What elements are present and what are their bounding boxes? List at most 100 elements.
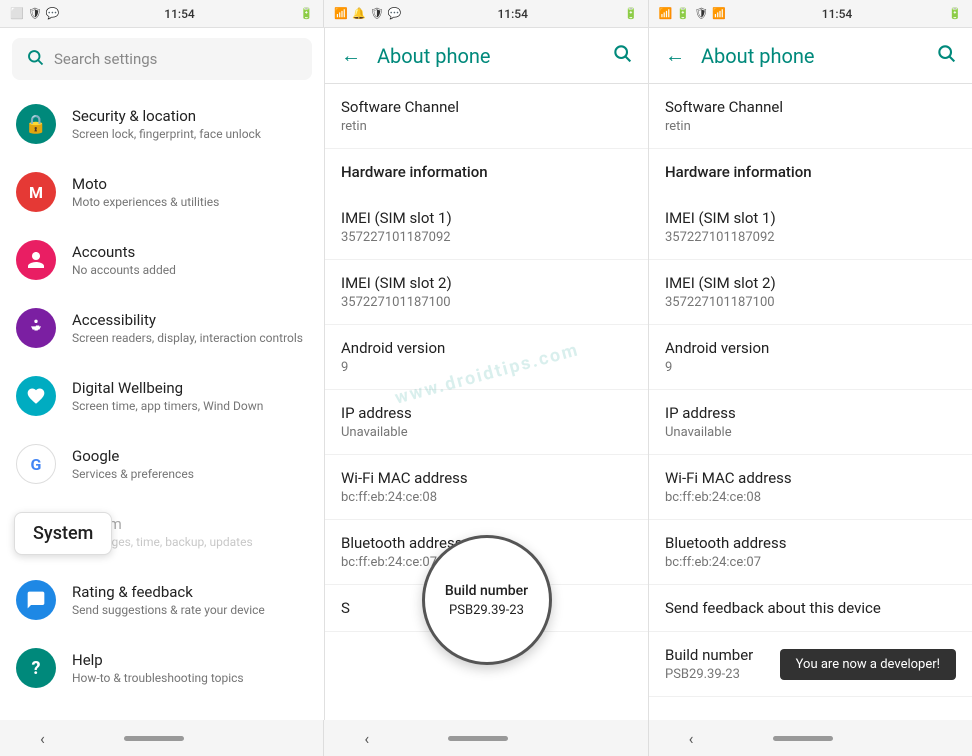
build-label-right: Build number [665, 646, 753, 664]
signal-icon-right: 📶 [659, 7, 673, 20]
imei1-value-right: 357227101187092 [665, 230, 956, 245]
moto-subtitle: Moto experiences & utilities [72, 195, 308, 209]
system-tooltip: System [14, 512, 112, 555]
info-wifi-right[interactable]: Wi-Fi MAC address bc:ff:eb:24:ce:08 [649, 455, 972, 520]
android-value-right: 9 [665, 360, 956, 375]
wifi-value-mid: bc:ff:eb:24:ce:08 [341, 490, 632, 505]
status-time-left: 11:54 [164, 7, 194, 21]
settings-item-accessibility[interactable]: Accessibility Screen readers, display, i… [0, 294, 324, 362]
back-arrow-right[interactable]: ← [665, 43, 685, 68]
help-title: Help [72, 651, 308, 669]
software-channel-value-right: retin [665, 119, 956, 134]
imei2-label-right: IMEI (SIM slot 2) [665, 274, 956, 292]
info-feedback-right[interactable]: Send feedback about this device [649, 585, 972, 632]
info-imei2-mid[interactable]: IMEI (SIM slot 2) 357227101187100 [325, 260, 648, 325]
status-time-mid: 11:54 [497, 7, 527, 21]
status-icons-right: 📶 🔋 🛡 📶 [659, 7, 726, 20]
settings-item-system[interactable]: System System Languages, time, backup, u… [0, 498, 324, 566]
info-ip-mid[interactable]: IP address Unavailable [325, 390, 648, 455]
back-btn-mid[interactable]: ‹ [364, 729, 369, 748]
settings-item-help[interactable]: ? Help How-to & troubleshooting topics [0, 634, 324, 702]
info-software-channel-mid[interactable]: Software Channel retin [325, 84, 648, 149]
settings-item-digitalwellbeing[interactable]: Digital Wellbeing Screen time, app timer… [0, 362, 324, 430]
system-item-wrapper: System System Languages, time, backup, u… [0, 498, 324, 566]
right-panel-content: Software Channel retin Hardware informat… [649, 84, 972, 720]
settings-item-rating[interactable]: Rating & feedback Send suggestions & rat… [0, 566, 324, 634]
status-icons-mid: 📶 🔔 🛡 💬 [334, 7, 401, 20]
info-android-mid[interactable]: Android version 9 [325, 325, 648, 390]
rating-title: Rating & feedback [72, 583, 308, 601]
back-arrow-mid[interactable]: ← [341, 43, 361, 68]
build-circle[interactable]: Build number PSB29.39-23 [422, 535, 552, 665]
status-bar: ⬜ 🛡 💬 11:54 🔋 📶 🔔 🛡 💬 11:54 🔋 📶 🔋 🛡 📶 11… [0, 0, 972, 28]
info-software-channel-right[interactable]: Software Channel retin [649, 84, 972, 149]
ip-value-mid: Unavailable [341, 425, 632, 440]
imei2-value-right: 357227101187100 [665, 295, 956, 310]
hardware-info-section-right: Hardware information [649, 149, 972, 195]
back-btn-left[interactable]: ‹ [40, 729, 45, 748]
digitalwellbeing-subtitle: Screen time, app timers, Wind Down [72, 399, 308, 413]
right-about-panel: ← About phone Software Channel retin Har… [649, 28, 972, 720]
status-icons-left: ⬜ 🛡 💬 [10, 7, 59, 20]
status-section-right: 📶 🔋 🛡 📶 11:54 🔋 [649, 0, 972, 27]
search-bar[interactable]: Search settings [12, 38, 312, 80]
info-wifi-mid[interactable]: Wi-Fi MAC address bc:ff:eb:24:ce:08 [325, 455, 648, 520]
info-android-right[interactable]: Android version 9 [649, 325, 972, 390]
settings-item-google[interactable]: G Google Services & preferences [0, 430, 324, 498]
back-btn-right[interactable]: ‹ [689, 729, 694, 748]
digitalwellbeing-icon [16, 376, 56, 416]
software-channel-label-right: Software Channel [665, 98, 956, 116]
shield-icon-mid: 🛡 [370, 7, 384, 20]
main-layout: Search settings 🔒 Security & location Sc… [0, 28, 972, 720]
moto-text: Moto Moto experiences & utilities [72, 175, 308, 209]
middle-panel-title: About phone [377, 44, 596, 68]
right-panel-title: About phone [701, 44, 920, 68]
digitalwellbeing-title: Digital Wellbeing [72, 379, 308, 397]
bt-value-right: bc:ff:eb:24:ce:07 [665, 555, 956, 570]
google-text: Google Services & preferences [72, 447, 308, 481]
wifi-value-right: bc:ff:eb:24:ce:08 [665, 490, 956, 505]
accounts-icon [16, 240, 56, 280]
info-imei2-right[interactable]: IMEI (SIM slot 2) 357227101187100 [649, 260, 972, 325]
security-text: Security & location Screen lock, fingerp… [72, 107, 308, 141]
accounts-subtitle: No accounts added [72, 263, 308, 277]
msg-icon-mid: 💬 [388, 7, 402, 20]
google-title: Google [72, 447, 308, 465]
nav-indicator-left [124, 736, 184, 741]
settings-item-moto[interactable]: M Moto Moto experiences & utilities [0, 158, 324, 226]
settings-item-security[interactable]: 🔒 Security & location Screen lock, finge… [0, 90, 324, 158]
help-subtitle: How-to & troubleshooting topics [72, 671, 308, 685]
feedback-label-right: Send feedback about this device [665, 599, 956, 617]
settings-panel: Search settings 🔒 Security & location Sc… [0, 28, 325, 720]
bottom-nav-right: ‹ [649, 720, 972, 756]
nav-indicator-mid [448, 736, 508, 741]
build-circle-container: Build number PSB29.39-23 [422, 535, 552, 665]
imei2-label-mid: IMEI (SIM slot 2) [341, 274, 632, 292]
build-circle-title: Build number [445, 583, 528, 599]
software-channel-label-mid: Software Channel [341, 98, 632, 116]
security-title: Security & location [72, 107, 308, 125]
info-bt-right[interactable]: Bluetooth address bc:ff:eb:24:ce:07 [649, 520, 972, 585]
imei2-value-mid: 357227101187100 [341, 295, 632, 310]
battery-status-icon: 🔋 [676, 7, 690, 20]
middle-about-panel: www.droidtips.com ← About phone Software… [325, 28, 649, 720]
search-icon-mid[interactable] [612, 43, 632, 68]
build-value-right: PSB29.39-23 [665, 667, 753, 682]
ip-label-right: IP address [665, 404, 956, 422]
digitalwellbeing-text: Digital Wellbeing Screen time, app timer… [72, 379, 308, 413]
status-section-left: ⬜ 🛡 💬 11:54 🔋 [0, 0, 324, 27]
moto-title: Moto [72, 175, 308, 193]
right-panel-header: ← About phone [649, 28, 972, 84]
search-icon [26, 48, 44, 70]
accessibility-icon [16, 308, 56, 348]
search-icon-right[interactable] [936, 43, 956, 68]
info-build-right[interactable]: Build number PSB29.39-23 You are now a d… [649, 632, 972, 697]
info-ip-right[interactable]: IP address Unavailable [649, 390, 972, 455]
settings-item-accounts[interactable]: Accounts No accounts added [0, 226, 324, 294]
android-value-mid: 9 [341, 360, 632, 375]
signal-icon-mid: 📶 [334, 7, 348, 20]
info-imei1-mid[interactable]: IMEI (SIM slot 1) 357227101187092 [325, 195, 648, 260]
security-subtitle: Screen lock, fingerprint, face unlock [72, 127, 308, 141]
info-imei1-right[interactable]: IMEI (SIM slot 1) 357227101187092 [649, 195, 972, 260]
accessibility-title: Accessibility [72, 311, 308, 329]
